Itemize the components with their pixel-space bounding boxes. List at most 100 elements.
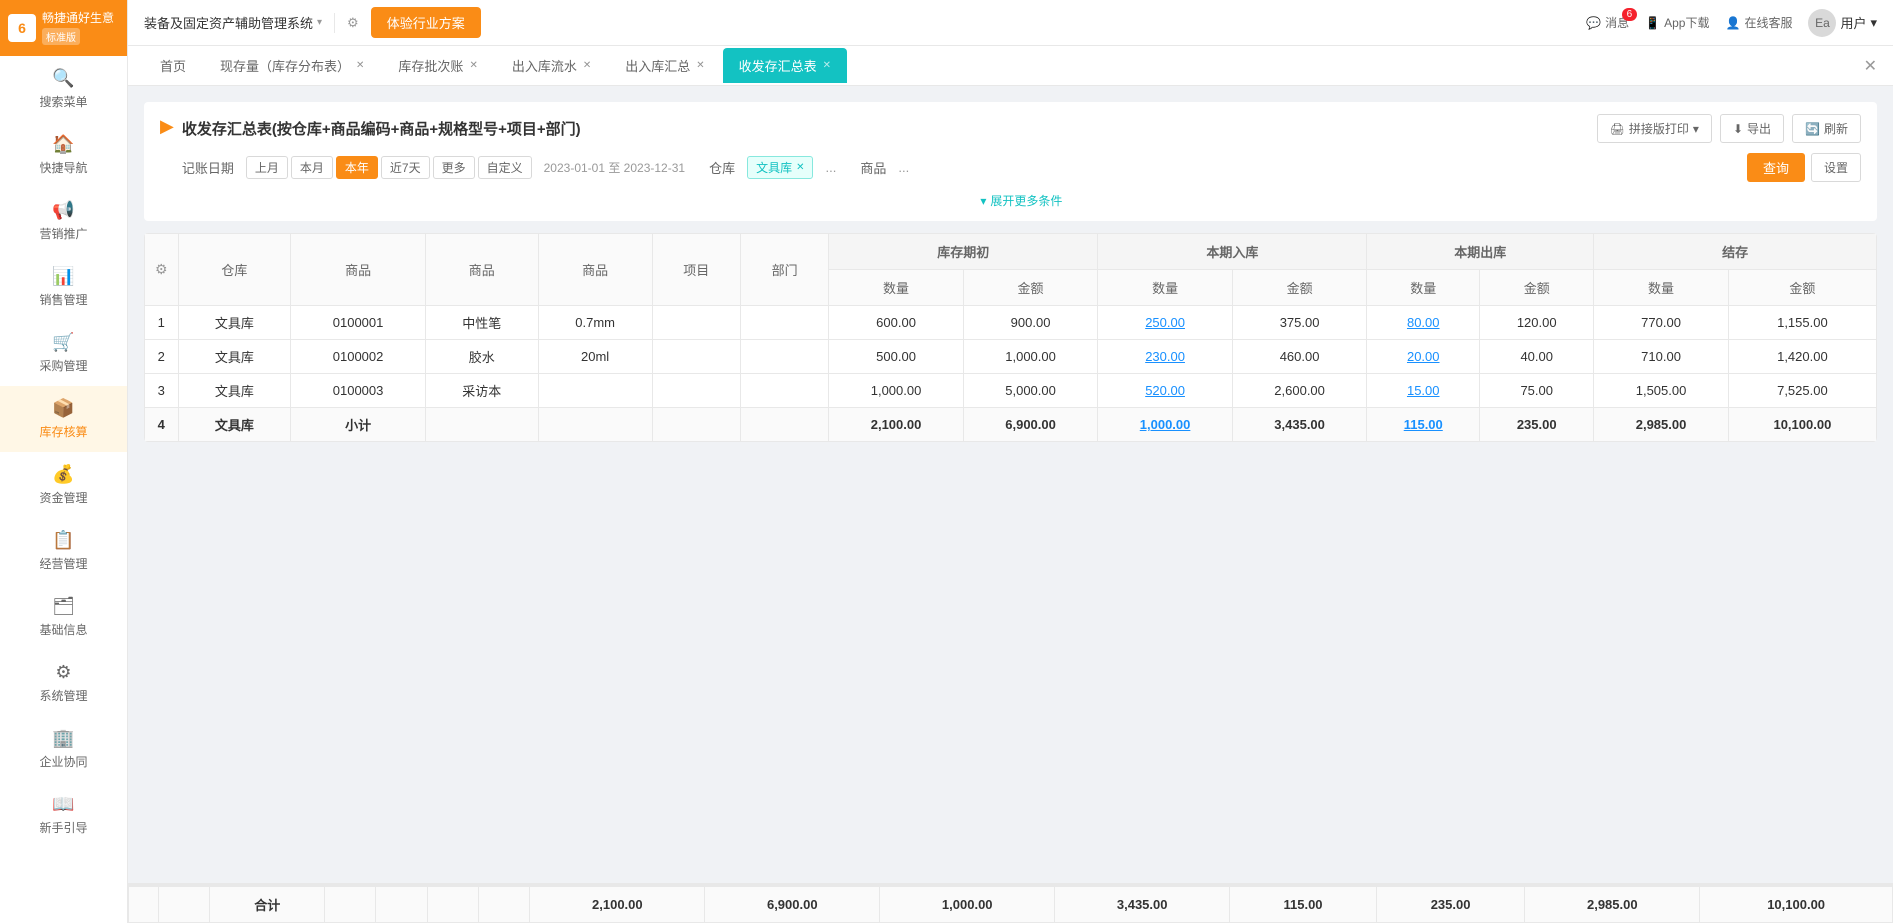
cell-out-qty-1[interactable]: 80.00 [1367, 306, 1480, 340]
cell-total-out-qty: 115.00 [1230, 886, 1377, 923]
cell-subtotal-opening-qty: 2,100.00 [829, 408, 964, 442]
date-btn-7days[interactable]: 近7天 [381, 156, 430, 179]
print-dropdown-arrow: ▾ [1693, 122, 1699, 136]
data-table: ⚙ 仓库 商品 商品 商品 项目 部门 库存期初 本期入库 本期出库 结存 [144, 233, 1877, 442]
date-btn-custom[interactable]: 自定义 [478, 156, 532, 179]
date-btn-more[interactable]: 更多 [433, 156, 475, 179]
messages-badge: 6 [1622, 8, 1638, 21]
cell-total-opening-qty: 2,100.00 [530, 886, 705, 923]
query-button[interactable]: 查询 [1747, 153, 1805, 182]
sidebar-item-label: 经营管理 [39, 555, 87, 572]
goods-more-dots[interactable]: ... [898, 160, 909, 175]
th-closing: 结存 [1594, 234, 1877, 270]
tab-inout-flow[interactable]: 出入库流水 ✕ [496, 48, 607, 83]
cell-goods-spec-3 [538, 374, 652, 408]
filter-collapse-btn[interactable]: ▶ [160, 116, 174, 137]
warehouse-filter-tag[interactable]: 文具库 ✕ [747, 156, 813, 179]
th-out-amount: 金额 [1480, 270, 1594, 306]
print-dropdown-label: 拼接版打印 [1629, 120, 1689, 137]
cell-out-amount-3: 75.00 [1480, 374, 1594, 408]
settings-button[interactable]: 设置 [1811, 153, 1861, 182]
sidebar-item-label: 新手引导 [39, 819, 87, 836]
table-row: 1 文具库 0100001 中性笔 0.7mm 600.00 900.00 25… [145, 306, 1877, 340]
sidebar-item-search[interactable]: 🔍 搜索菜单 [0, 56, 127, 122]
cell-out-qty-2[interactable]: 20.00 [1367, 340, 1480, 374]
th-opening: 库存期初 [829, 234, 1098, 270]
messages-button[interactable]: 💬 消息 6 [1586, 14, 1629, 31]
tab-inventory-dist[interactable]: 现存量（库存分布表） ✕ [204, 48, 380, 83]
sidebar-item-enterprise[interactable]: 🏢 企业协同 [0, 716, 127, 782]
app-download-button[interactable]: 📱 App下载 [1645, 14, 1709, 31]
footer-table: 合计 2,100.00 6,900.00 1,000.00 3,435.00 1… [128, 885, 1893, 923]
sidebar-item-sales[interactable]: 📊 销售管理 [0, 254, 127, 320]
cell-subtotal-label: 小计 [291, 408, 426, 442]
tab-close-batch-account[interactable]: ✕ [469, 60, 477, 71]
date-btn-last-month[interactable]: 上月 [246, 156, 288, 179]
cell-subtotal-out-qty[interactable]: 115.00 [1367, 408, 1480, 442]
tab-close-inout-summary[interactable]: ✕ [696, 60, 704, 71]
collapse-icon: ▶ [160, 116, 174, 136]
sidebar-item-basic-info[interactable]: 🗂 基础信息 [0, 584, 127, 650]
warehouse-tag-close[interactable]: ✕ [796, 162, 804, 173]
cell-in-qty-2[interactable]: 230.00 [1098, 340, 1233, 374]
sidebar-item-purchase[interactable]: 🛒 采购管理 [0, 320, 127, 386]
cell-in-qty-3[interactable]: 520.00 [1098, 374, 1233, 408]
th-opening-amount: 金额 [963, 270, 1098, 306]
user-menu[interactable]: Ea 用户 ▾ [1808, 9, 1877, 37]
date-btn-this-month[interactable]: 本月 [291, 156, 333, 179]
sidebar-item-marketing[interactable]: 📢 营销推广 [0, 188, 127, 254]
sidebar-item-finance[interactable]: 💰 资金管理 [0, 452, 127, 518]
cell-warehouse-2: 文具库 [178, 340, 291, 374]
tab-bar-close-all[interactable]: ✕ [1864, 56, 1877, 76]
trial-button[interactable]: 体验行业方案 [371, 7, 481, 38]
sidebar-item-quick-nav[interactable]: 🏠 快捷导航 [0, 122, 127, 188]
tab-recv-send-summary-label: 收发存汇总表 [739, 56, 817, 75]
sidebar-item-label: 资金管理 [39, 489, 87, 506]
gear-icon[interactable]: ⚙ [347, 15, 359, 31]
refresh-button[interactable]: 🔄 刷新 [1792, 114, 1861, 143]
subtotal-row: 4 文具库 小计 2,100.00 6,900.00 1,000.00 3,43… [145, 408, 1877, 442]
th-opening-qty: 数量 [829, 270, 964, 306]
tab-close-inout-flow[interactable]: ✕ [583, 60, 591, 71]
tab-batch-account[interactable]: 库存批次账 ✕ [382, 48, 493, 83]
th-department: 部门 [740, 234, 828, 306]
service-icon: 👤 [1725, 16, 1740, 30]
cell-goods-spec-1: 0.7mm [538, 306, 652, 340]
print-button[interactable]: 🖨 拼接版打印 ▾ [1597, 114, 1712, 143]
tab-inout-summary[interactable]: 出入库汇总 ✕ [609, 48, 720, 83]
expand-more-btn[interactable]: ▾ 展开更多条件 [980, 192, 1062, 209]
sidebar-item-guide[interactable]: 📖 新手引导 [0, 782, 127, 848]
system-name-dropdown[interactable]: 装备及固定资产辅助管理系统 ▾ [144, 13, 322, 32]
export-button[interactable]: ⬇ 导出 [1720, 114, 1784, 143]
sidebar-logo: 6 畅捷通好生意 标准版 [0, 0, 127, 56]
th-warehouse: 仓库 [178, 234, 291, 306]
cell-opening-amount-2: 1,000.00 [963, 340, 1098, 374]
warehouse-more-dots[interactable]: ... [825, 160, 836, 175]
online-service-button[interactable]: 👤 在线客服 [1725, 14, 1792, 31]
th-in-amount: 金额 [1232, 270, 1367, 306]
date-range-display: 2023-01-01 至 2023-12-31 [544, 159, 685, 176]
expand-down-icon: ▾ [980, 194, 986, 208]
tab-close-recv-send-summary[interactable]: ✕ [823, 60, 831, 71]
sidebar-item-operations[interactable]: 📋 经营管理 [0, 518, 127, 584]
total-row: 合计 2,100.00 6,900.00 1,000.00 3,435.00 1… [129, 886, 1893, 923]
tab-close-inventory-dist[interactable]: ✕ [356, 60, 364, 71]
date-btn-this-year[interactable]: 本年 [336, 156, 378, 179]
cell-closing-qty-3: 1,505.00 [1594, 374, 1729, 408]
date-filter-buttons: 上月 本月 本年 近7天 更多 自定义 [246, 156, 532, 179]
sidebar-item-inventory[interactable]: 📦 库存核算 [0, 386, 127, 452]
sidebar-item-system[interactable]: ⚙ 系统管理 [0, 650, 127, 716]
cell-subtotal-in-qty[interactable]: 1,000.00 [1098, 408, 1233, 442]
tab-recv-send-summary[interactable]: 收发存汇总表 ✕ [723, 48, 847, 83]
table-settings-icon[interactable]: ⚙ [155, 261, 168, 277]
cell-out-qty-3[interactable]: 15.00 [1367, 374, 1480, 408]
dropdown-arrow-icon: ▾ [317, 17, 322, 28]
cell-goods-name-2: 胶水 [425, 340, 538, 374]
cell-in-qty-1[interactable]: 250.00 [1098, 306, 1233, 340]
finance-icon: 💰 [52, 464, 74, 485]
cell-total-in-qty: 1,000.00 [880, 886, 1055, 923]
cell-subtotal-closing-amount: 10,100.00 [1728, 408, 1876, 442]
tab-home[interactable]: 首页 [144, 48, 202, 83]
cell-opening-amount-3: 5,000.00 [963, 374, 1098, 408]
cell-department-2 [740, 340, 828, 374]
